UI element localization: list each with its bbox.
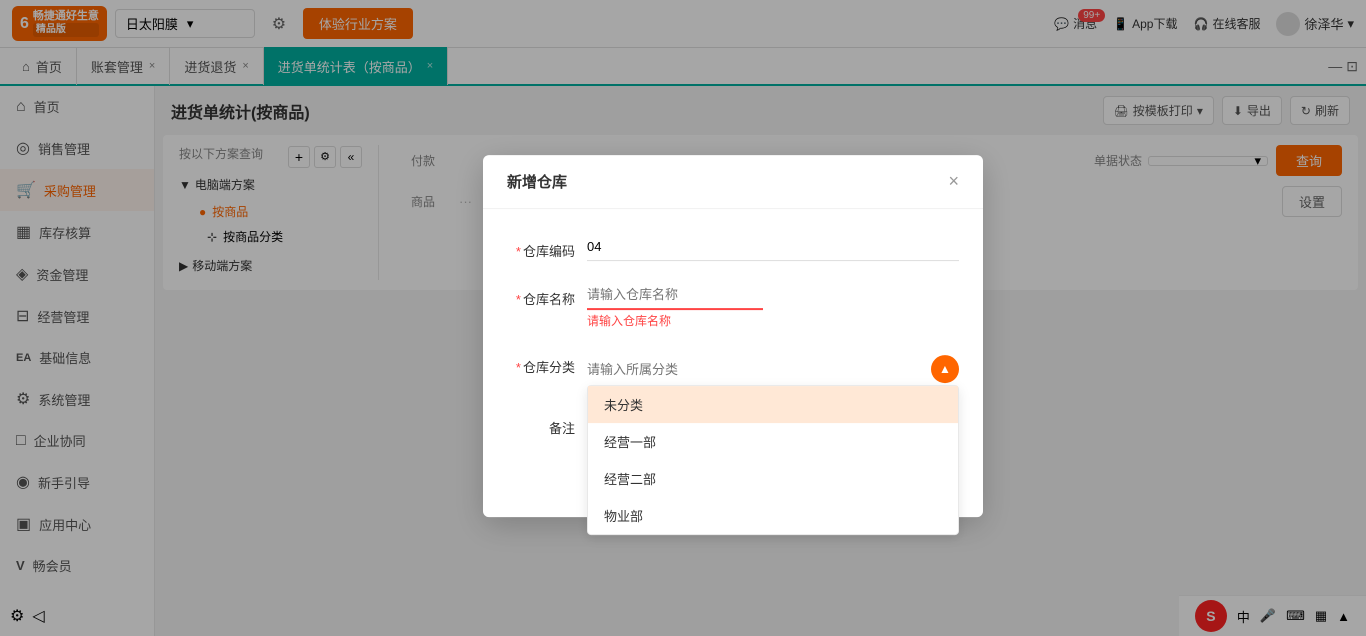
item-dept1-label: 经营一部 [604,435,656,450]
name-label: 仓库名称 [507,281,587,308]
modal-body: 仓库编码 仓库名称 请输入仓库名称 仓库分类 ▲ [483,209,983,462]
modal-header: 新增仓库 × [483,155,983,209]
modal-close-button[interactable]: × [948,171,959,192]
dropdown-item-dept1[interactable]: 经营一部 [588,423,958,460]
category-input-row: ▲ [587,349,959,390]
category-input[interactable] [587,362,931,377]
name-field-row: 仓库名称 请输入仓库名称 [507,281,959,329]
dropdown-item-uncategorized[interactable]: 未分类 [588,386,958,423]
code-field-row: 仓库编码 [507,233,959,261]
category-field-row: 仓库分类 ▲ 未分类 经营一部 经营二部 [507,349,959,390]
name-error-tip: 请输入仓库名称 [587,312,763,329]
category-wrapper: ▲ 未分类 经营一部 经营二部 物业部 [587,349,959,390]
code-label: 仓库编码 [507,233,587,260]
category-chevron-up-icon: ▲ [939,362,951,376]
new-warehouse-modal: 新增仓库 × 仓库编码 仓库名称 请输入仓库名称 仓库分类 [483,155,983,517]
note-label: 备注 [507,410,587,437]
dropdown-item-property[interactable]: 物业部 [588,497,958,534]
item-property-label: 物业部 [604,509,643,524]
category-toggle-button[interactable]: ▲ [931,355,959,383]
name-input[interactable] [587,281,763,310]
item-dept2-label: 经营二部 [604,472,656,487]
category-dropdown: 未分类 经营一部 经营二部 物业部 [587,385,959,535]
dropdown-item-dept2[interactable]: 经营二部 [588,460,958,497]
category-label: 仓库分类 [507,349,587,376]
code-input[interactable] [587,233,959,261]
modal-title: 新增仓库 [507,171,567,192]
item-uncategorized-label: 未分类 [604,398,643,413]
